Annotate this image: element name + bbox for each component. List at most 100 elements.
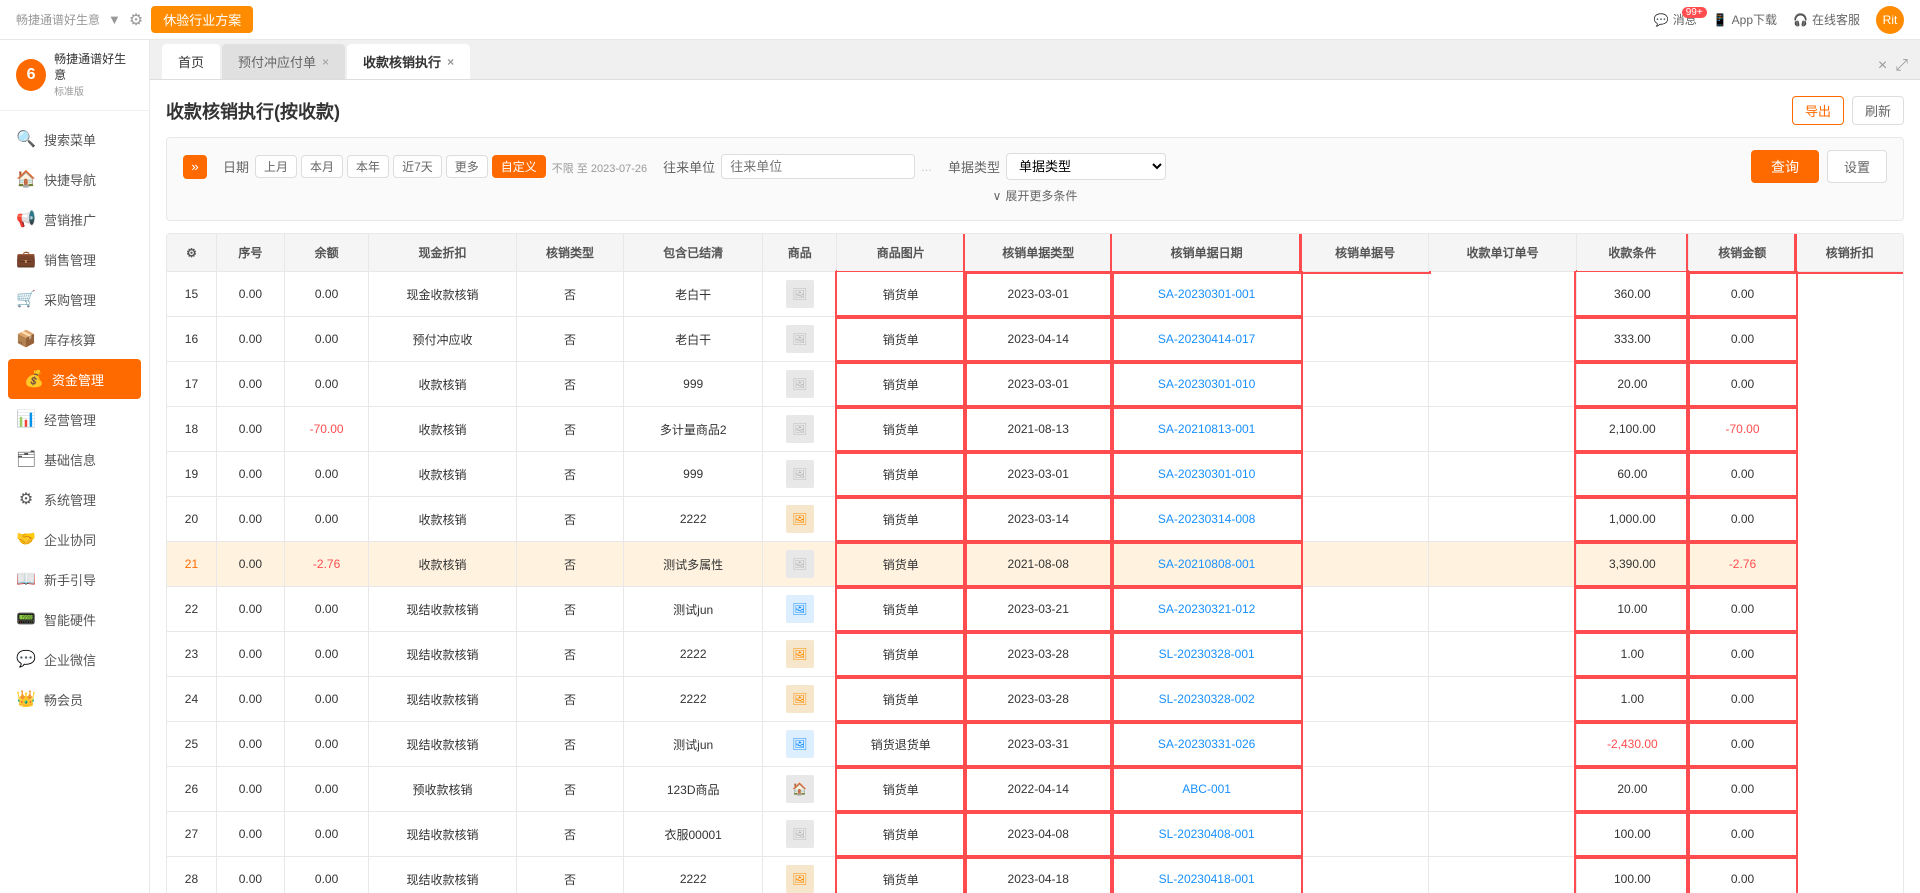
sidebar-label-sales: 销售管理 [44,250,96,269]
bill-no-link[interactable]: SA-20230314-008 [1158,512,1255,526]
date-btn-更多[interactable]: 更多 [446,155,488,178]
cell-collect-order-no [1301,542,1429,587]
tab-close-collection[interactable]: × [447,55,454,69]
sidebar-item-search[interactable]: 🔍搜索菜单 [0,119,149,159]
cell-verify-bill-date: 2021-08-13 [965,407,1112,452]
sidebar-item-hardware[interactable]: 📟智能硬件 [0,599,149,639]
sidebar-label-basics: 基础信息 [44,450,96,469]
billtype-select[interactable]: 单据类型 [1006,153,1166,180]
dropdown-icon[interactable]: ▼ [108,12,121,27]
search-icon: 🔍 [16,129,36,149]
sidebar-item-quicknav[interactable]: 🏠快捷导航 [0,159,149,199]
col-gear[interactable]: ⚙ [167,234,216,272]
expand-tab-icon[interactable]: ⤢ [1895,57,1908,75]
bill-no-link[interactable]: ABC-001 [1182,782,1231,796]
bill-no-link[interactable]: SA-20230414-017 [1158,332,1255,346]
cell-verify-bill-no: SA-20230301-010 [1112,452,1301,497]
sidebar-label-operations: 经营管理 [44,410,96,429]
cell-verify-discount: 0.00 [1688,587,1796,632]
cell-included: 否 [516,497,624,542]
col-header-verifyBillType: 核销单据类型 [965,234,1112,272]
sidebar-item-basics[interactable]: 🗂基础信息 [0,439,149,479]
tab-actions: ×⤢ [1878,57,1908,79]
unit-input[interactable] [721,154,915,179]
cell-goods-img: 🖼 [762,407,837,452]
sidebar-item-marketing[interactable]: 📢营销推广 [0,199,149,239]
sidebar-item-wechat[interactable]: 💬企业微信 [0,639,149,679]
sidebar-item-operations[interactable]: 📊经营管理 [0,399,149,439]
bill-no-link[interactable]: SL-20230408-001 [1159,827,1255,841]
filter-expand-arrow[interactable]: » [183,155,207,179]
row-number: 16 [185,332,198,346]
bill-no-link[interactable]: SA-20210813-001 [1158,422,1255,436]
bill-no-link[interactable]: SA-20230331-026 [1158,737,1255,751]
filter-separator: ... [921,159,932,174]
cell-verify-discount: 0.00 [1688,497,1796,542]
bill-no-link[interactable]: SA-20230301-010 [1158,377,1255,391]
bill-no-link[interactable]: SL-20230328-002 [1159,692,1255,706]
sidebar-item-system[interactable]: ⚙系统管理 [0,479,149,519]
cell-verify-type: 预付冲应收 [369,317,516,362]
cell-verify-type: 收款核销 [369,452,516,497]
cell-goods-img: 🖼 [762,362,837,407]
cell-verify-type: 现结收款核销 [369,722,516,767]
cell-goods-img: 🖼 [762,632,837,677]
date-btn-近7天[interactable]: 近7天 [393,155,442,178]
date-btn-custom[interactable]: 自定义 [492,155,546,178]
date-btn-本月[interactable]: 本月 [301,155,343,178]
row-number: 28 [185,872,198,886]
cell-collect-order-no [1301,857,1429,893]
cell-collect-order-no [1301,587,1429,632]
tab-home[interactable]: 首页 [162,44,220,79]
inventory-icon: 📦 [16,329,36,349]
online-support-item[interactable]: 🎧 在线客服 [1793,11,1860,28]
expand-more[interactable]: ∨ 展开更多条件 [183,183,1887,208]
app-download-item[interactable]: 📱 App下载 [1713,11,1777,28]
bill-no-link[interactable]: SL-20230418-001 [1159,872,1255,886]
date-btn-group: 上月本月本年近7天更多自定义 [255,155,546,178]
cell-cash-discount: 0.00 [284,317,369,362]
tab-close-prepay[interactable]: × [322,55,329,69]
user-avatar[interactable]: Rit [1876,6,1904,34]
col-header-verifyType: 核销类型 [516,234,624,272]
sidebar-item-purchase[interactable]: 🛒采购管理 [0,279,149,319]
cell-no: 27 [167,812,216,857]
sidebar-item-funds[interactable]: 💰资金管理 [8,359,141,399]
bill-no-link[interactable]: SA-20210808-001 [1158,557,1255,571]
cell-collect-order-no [1301,272,1429,317]
refresh-button[interactable]: 刷新 [1852,96,1904,125]
table-row: 210.00-2.76收款核销否测试多属性🖼销货单2021-08-08SA-20… [167,542,1903,587]
cell-goods-img: 🖼 [762,857,837,893]
sidebar-item-member[interactable]: 👑畅会员 [0,679,149,719]
notification-item[interactable]: 💬 消息 99+ [1654,11,1697,28]
export-button[interactable]: 导出 [1792,96,1844,125]
data-table: ⚙序号余额现金折扣核销类型包含已结清商品商品图片核销单据类型核销单据日期核销单据… [167,234,1903,893]
tab-prepay[interactable]: 预付冲应付单× [222,44,345,79]
close-tab-icon[interactable]: × [1878,57,1887,75]
cell-verify-bill-date: 2023-04-18 [965,857,1112,893]
cell-verify-bill-no: SL-20230408-001 [1112,812,1301,857]
cell-included: 否 [516,722,624,767]
cell-no: 28 [167,857,216,893]
cell-collect-order-no [1301,497,1429,542]
sidebar-item-inventory[interactable]: 📦库存核算 [0,319,149,359]
bill-no-link[interactable]: SA-20230321-012 [1158,602,1255,616]
date-btn-上月[interactable]: 上月 [255,155,297,178]
bill-no-link[interactable]: SA-20230301-001 [1158,287,1255,301]
cell-collect-condition [1429,677,1576,722]
tab-collection[interactable]: 收款核销执行× [347,44,470,79]
cell-cash-discount: 0.00 [284,272,369,317]
date-btn-本年[interactable]: 本年 [347,155,389,178]
gear-icon[interactable]: ⚙ [129,10,143,30]
system-icon: ⚙ [16,489,36,509]
bill-no-link[interactable]: SL-20230328-001 [1159,647,1255,661]
sidebar-item-enterprise[interactable]: 🤝企业协同 [0,519,149,559]
bill-no-link[interactable]: SA-20230301-010 [1158,467,1255,481]
industry-btn[interactable]: 休验行业方案 [151,6,253,33]
settings-button[interactable]: 设置 [1827,150,1887,183]
sidebar-item-sales[interactable]: 💼销售管理 [0,239,149,279]
query-button[interactable]: 查询 [1751,150,1819,183]
gear-settings-icon[interactable]: ⚙ [186,246,197,260]
cell-goods-img: 🖼 [762,317,837,362]
sidebar-item-guide[interactable]: 📖新手引导 [0,559,149,599]
